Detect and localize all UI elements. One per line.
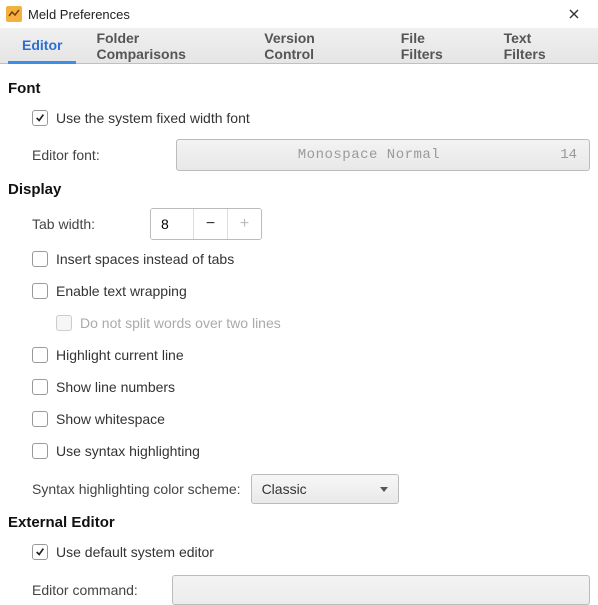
tab-vcs-label: Version Control [264, 30, 366, 62]
syntax-scheme-row: Syntax highlighting color scheme: Classi… [32, 474, 590, 504]
chevron-down-icon [380, 487, 388, 492]
no-split-words-label: Do not split words over two lines [80, 315, 281, 331]
title-bar: Meld Preferences [0, 0, 598, 28]
editor-font-size: 14 [549, 147, 577, 163]
editor-font-name: Monospace Normal [189, 147, 549, 163]
use-default-editor-label: Use default system editor [56, 544, 214, 560]
show-whitespace-label: Show whitespace [56, 411, 165, 427]
tab-width-spinbox: − + [150, 208, 262, 240]
syntax-scheme-combo[interactable]: Classic [251, 474, 399, 504]
use-default-editor-checkbox[interactable] [32, 544, 48, 560]
tab-folder-comparisons[interactable]: Folder Comparisons [82, 28, 244, 63]
insert-spaces-row: Insert spaces instead of tabs [32, 246, 590, 272]
tab-width-increment[interactable]: + [227, 209, 261, 239]
external-editor-header: External Editor [8, 514, 590, 531]
insert-spaces-label: Insert spaces instead of tabs [56, 251, 234, 267]
editor-command-row: Editor command: [32, 575, 590, 605]
tab-editor-label: Editor [22, 37, 62, 53]
highlight-line-checkbox[interactable] [32, 347, 48, 363]
editor-font-label: Editor font: [32, 147, 142, 163]
highlight-line-row: Highlight current line [32, 342, 590, 368]
enable-wrapping-label: Enable text wrapping [56, 283, 187, 299]
tab-text-filters[interactable]: Text Filters [490, 28, 590, 63]
use-syntax-hl-row: Use syntax highlighting [32, 438, 590, 464]
font-section-header: Font [8, 80, 590, 97]
tab-folder-label: Folder Comparisons [96, 30, 230, 62]
tab-width-row: Tab width: − + [32, 208, 590, 240]
show-line-numbers-row: Show line numbers [32, 374, 590, 400]
use-system-font-row: Use the system fixed width font [32, 105, 590, 131]
close-icon [568, 8, 580, 20]
tab-version-control[interactable]: Version Control [250, 28, 380, 63]
insert-spaces-checkbox[interactable] [32, 251, 48, 267]
tab-width-input[interactable] [151, 209, 193, 239]
close-button[interactable] [560, 2, 588, 26]
tab-textfilters-label: Text Filters [504, 30, 576, 62]
use-syntax-hl-checkbox[interactable] [32, 443, 48, 459]
use-system-font-label: Use the system fixed width font [56, 110, 250, 126]
editor-command-label: Editor command: [32, 582, 162, 598]
no-split-words-row: Do not split words over two lines [56, 310, 590, 336]
use-system-font-checkbox[interactable] [32, 110, 48, 126]
app-icon [6, 6, 22, 22]
tab-filefilters-label: File Filters [401, 30, 470, 62]
tab-file-filters[interactable]: File Filters [387, 28, 484, 63]
preferences-content: Font Use the system fixed width font Edi… [0, 64, 598, 605]
enable-wrapping-checkbox[interactable] [32, 283, 48, 299]
show-line-numbers-checkbox[interactable] [32, 379, 48, 395]
window-title: Meld Preferences [28, 7, 560, 22]
tab-width-label: Tab width: [32, 216, 140, 232]
enable-wrapping-row: Enable text wrapping [32, 278, 590, 304]
tab-editor[interactable]: Editor [8, 28, 76, 64]
show-whitespace-checkbox[interactable] [32, 411, 48, 427]
tab-bar: Editor Folder Comparisons Version Contro… [0, 28, 598, 64]
editor-font-button[interactable]: Monospace Normal 14 [176, 139, 590, 171]
tab-width-decrement[interactable]: − [193, 209, 227, 239]
highlight-line-label: Highlight current line [56, 347, 184, 363]
syntax-scheme-label: Syntax highlighting color scheme: [32, 481, 241, 497]
display-section-header: Display [8, 181, 590, 198]
show-line-numbers-label: Show line numbers [56, 379, 175, 395]
editor-font-row: Editor font: Monospace Normal 14 [32, 139, 590, 171]
syntax-scheme-value: Classic [262, 481, 372, 497]
use-syntax-hl-label: Use syntax highlighting [56, 443, 200, 459]
editor-command-input[interactable] [172, 575, 590, 605]
show-whitespace-row: Show whitespace [32, 406, 590, 432]
no-split-words-checkbox [56, 315, 72, 331]
use-default-editor-row: Use default system editor [32, 539, 590, 565]
